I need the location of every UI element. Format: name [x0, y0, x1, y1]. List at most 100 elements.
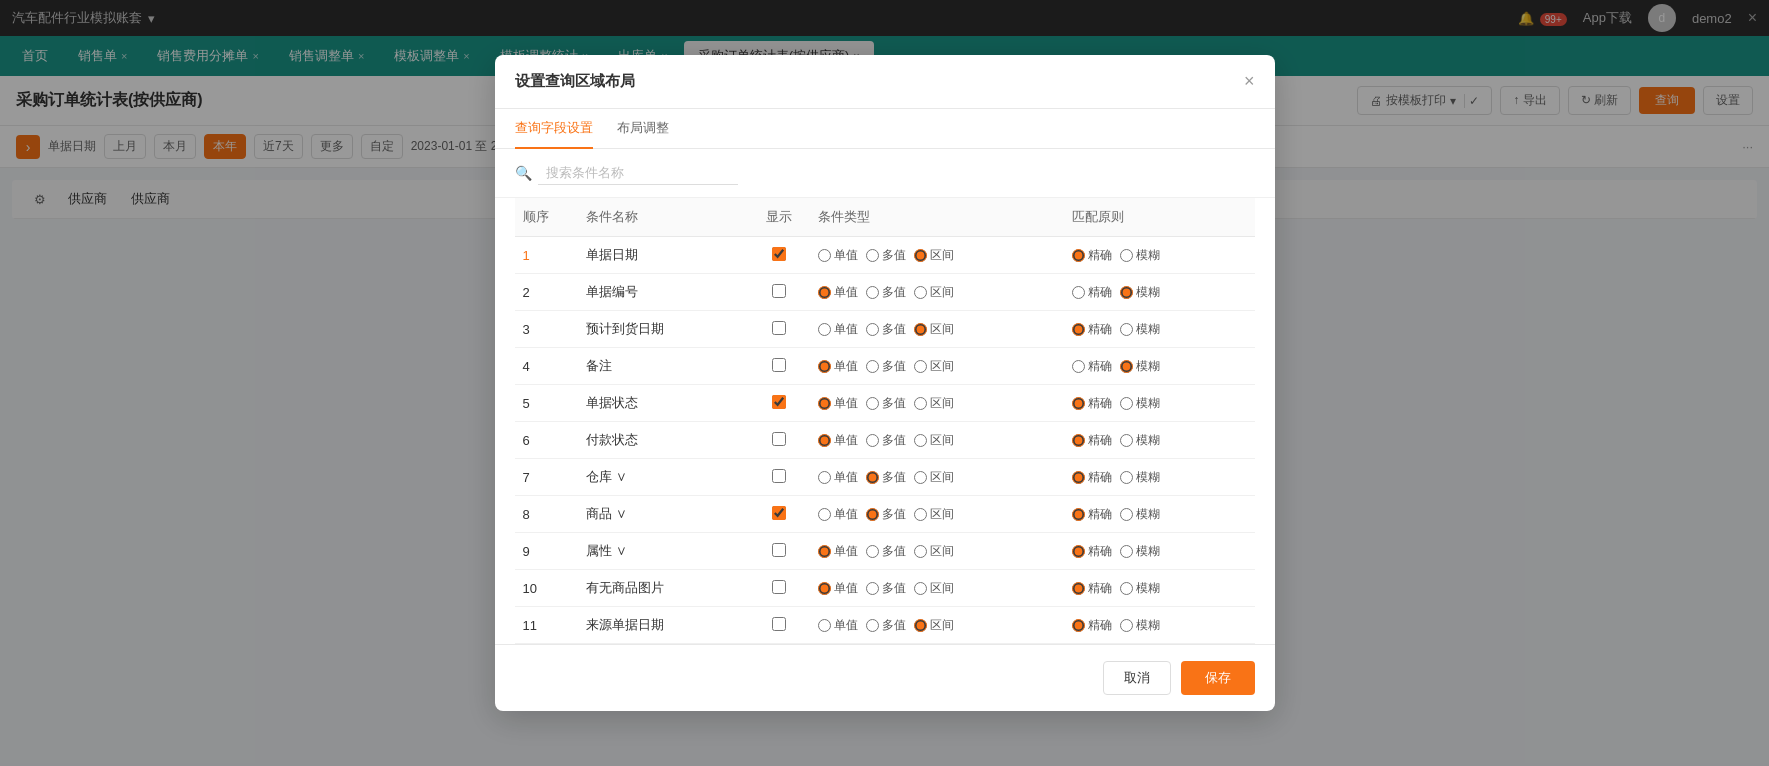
col-order: 顺序 [515, 198, 578, 237]
type-radio-多值[interactable]: 多值 [866, 432, 906, 449]
type-radio-多值[interactable]: 多值 [866, 247, 906, 264]
match-radio-模糊[interactable]: 模糊 [1120, 395, 1160, 412]
type-radio-多值[interactable]: 多值 [866, 395, 906, 412]
match-radio-精确[interactable]: 精确 [1072, 284, 1112, 301]
type-radio-单值[interactable]: 单值 [818, 543, 858, 560]
type-radio-多值[interactable]: 多值 [866, 506, 906, 523]
match-radio-精确[interactable]: 精确 [1072, 321, 1112, 338]
match-radio-精确[interactable]: 精确 [1072, 543, 1112, 560]
match-radio-精确[interactable]: 精确 [1072, 247, 1112, 264]
type-radio-单值[interactable]: 单值 [818, 321, 858, 338]
type-radio-多值[interactable]: 多值 [866, 617, 906, 634]
modal-close-button[interactable]: × [1244, 71, 1255, 92]
type-radio-多值[interactable]: 多值 [866, 543, 906, 560]
modal-table-container: 顺序 条件名称 显示 条件类型 匹配原则 1单据日期单值多值区间精确模糊2单据编… [495, 198, 1275, 644]
type-radio-group: 单值多值区间 [818, 321, 1056, 338]
type-radio-group: 单值多值区间 [818, 580, 1056, 597]
type-radio-单值[interactable]: 单值 [818, 432, 858, 449]
type-radio-多值[interactable]: 多值 [866, 358, 906, 375]
row-order: 7 [523, 470, 530, 485]
modal-title: 设置查询区域布局 [515, 72, 635, 91]
type-radio-区间[interactable]: 区间 [914, 432, 954, 449]
type-radio-区间[interactable]: 区间 [914, 543, 954, 560]
table-row: 3预计到货日期单值多值区间精确模糊 [515, 311, 1255, 348]
cancel-button[interactable]: 取消 [1103, 661, 1171, 695]
type-radio-单值[interactable]: 单值 [818, 617, 858, 634]
type-radio-区间[interactable]: 区间 [914, 617, 954, 634]
display-checkbox-5[interactable] [772, 395, 786, 409]
type-radio-区间[interactable]: 区间 [914, 247, 954, 264]
display-checkbox-10[interactable] [772, 580, 786, 594]
table-row: 6付款状态单值多值区间精确模糊 [515, 422, 1255, 459]
match-radio-精确[interactable]: 精确 [1072, 395, 1112, 412]
display-checkbox-4[interactable] [772, 358, 786, 372]
row-order: 11 [523, 618, 537, 633]
display-checkbox-2[interactable] [772, 284, 786, 298]
display-checkbox-6[interactable] [772, 432, 786, 446]
tab-query-fields[interactable]: 查询字段设置 [515, 109, 593, 149]
match-radio-模糊[interactable]: 模糊 [1120, 580, 1160, 597]
type-radio-单值[interactable]: 单值 [818, 395, 858, 412]
row-order: 1 [523, 248, 530, 263]
type-radio-group: 单值多值区间 [818, 506, 1056, 523]
match-radio-group: 精确模糊 [1072, 321, 1246, 338]
type-radio-区间[interactable]: 区间 [914, 284, 954, 301]
match-radio-模糊[interactable]: 模糊 [1120, 247, 1160, 264]
match-radio-精确[interactable]: 精确 [1072, 617, 1112, 634]
save-button[interactable]: 保存 [1181, 661, 1255, 695]
type-radio-多值[interactable]: 多值 [866, 469, 906, 486]
table-row: 5单据状态单值多值区间精确模糊 [515, 385, 1255, 422]
conditions-table: 顺序 条件名称 显示 条件类型 匹配原则 1单据日期单值多值区间精确模糊2单据编… [515, 198, 1255, 644]
match-radio-模糊[interactable]: 模糊 [1120, 358, 1160, 375]
table-row: 7仓库 ∨单值多值区间精确模糊 [515, 459, 1255, 496]
match-radio-模糊[interactable]: 模糊 [1120, 432, 1160, 449]
tab-layout-adjust[interactable]: 布局调整 [617, 109, 669, 149]
type-radio-单值[interactable]: 单值 [818, 284, 858, 301]
display-checkbox-11[interactable] [772, 617, 786, 631]
type-radio-区间[interactable]: 区间 [914, 469, 954, 486]
modal-overlay: 设置查询区域布局 × 查询字段设置 布局调整 🔍 顺序 条件名称 [0, 0, 1769, 766]
type-radio-区间[interactable]: 区间 [914, 506, 954, 523]
type-radio-多值[interactable]: 多值 [866, 321, 906, 338]
match-radio-模糊[interactable]: 模糊 [1120, 617, 1160, 634]
match-radio-模糊[interactable]: 模糊 [1120, 284, 1160, 301]
match-radio-精确[interactable]: 精确 [1072, 506, 1112, 523]
type-radio-group: 单值多值区间 [818, 358, 1056, 375]
type-radio-单值[interactable]: 单值 [818, 247, 858, 264]
row-condition-name: 有无商品图片 [586, 580, 664, 595]
display-checkbox-7[interactable] [772, 469, 786, 483]
type-radio-单值[interactable]: 单值 [818, 358, 858, 375]
match-radio-模糊[interactable]: 模糊 [1120, 506, 1160, 523]
match-radio-模糊[interactable]: 模糊 [1120, 469, 1160, 486]
type-radio-单值[interactable]: 单值 [818, 580, 858, 597]
match-radio-精确[interactable]: 精确 [1072, 432, 1112, 449]
type-radio-单值[interactable]: 单值 [818, 469, 858, 486]
match-radio-模糊[interactable]: 模糊 [1120, 543, 1160, 560]
type-radio-区间[interactable]: 区间 [914, 321, 954, 338]
match-radio-group: 精确模糊 [1072, 543, 1246, 560]
type-radio-多值[interactable]: 多值 [866, 284, 906, 301]
match-radio-group: 精确模糊 [1072, 284, 1246, 301]
type-radio-单值[interactable]: 单值 [818, 506, 858, 523]
type-radio-区间[interactable]: 区间 [914, 580, 954, 597]
type-radio-多值[interactable]: 多值 [866, 580, 906, 597]
match-radio-精确[interactable]: 精确 [1072, 469, 1112, 486]
match-radio-模糊[interactable]: 模糊 [1120, 321, 1160, 338]
display-checkbox-1[interactable] [772, 247, 786, 261]
display-checkbox-8[interactable] [772, 506, 786, 520]
display-checkbox-9[interactable] [772, 543, 786, 557]
row-order: 2 [523, 285, 530, 300]
match-radio-group: 精确模糊 [1072, 617, 1246, 634]
type-radio-group: 单值多值区间 [818, 247, 1056, 264]
search-input[interactable] [538, 161, 738, 185]
match-radio-精确[interactable]: 精确 [1072, 358, 1112, 375]
match-radio-精确[interactable]: 精确 [1072, 580, 1112, 597]
table-row: 10有无商品图片单值多值区间精确模糊 [515, 570, 1255, 607]
table-row: 4备注单值多值区间精确模糊 [515, 348, 1255, 385]
display-checkbox-3[interactable] [772, 321, 786, 335]
modal-footer: 取消 保存 [495, 644, 1275, 711]
match-radio-group: 精确模糊 [1072, 432, 1246, 449]
type-radio-区间[interactable]: 区间 [914, 358, 954, 375]
row-order: 4 [523, 359, 530, 374]
type-radio-区间[interactable]: 区间 [914, 395, 954, 412]
